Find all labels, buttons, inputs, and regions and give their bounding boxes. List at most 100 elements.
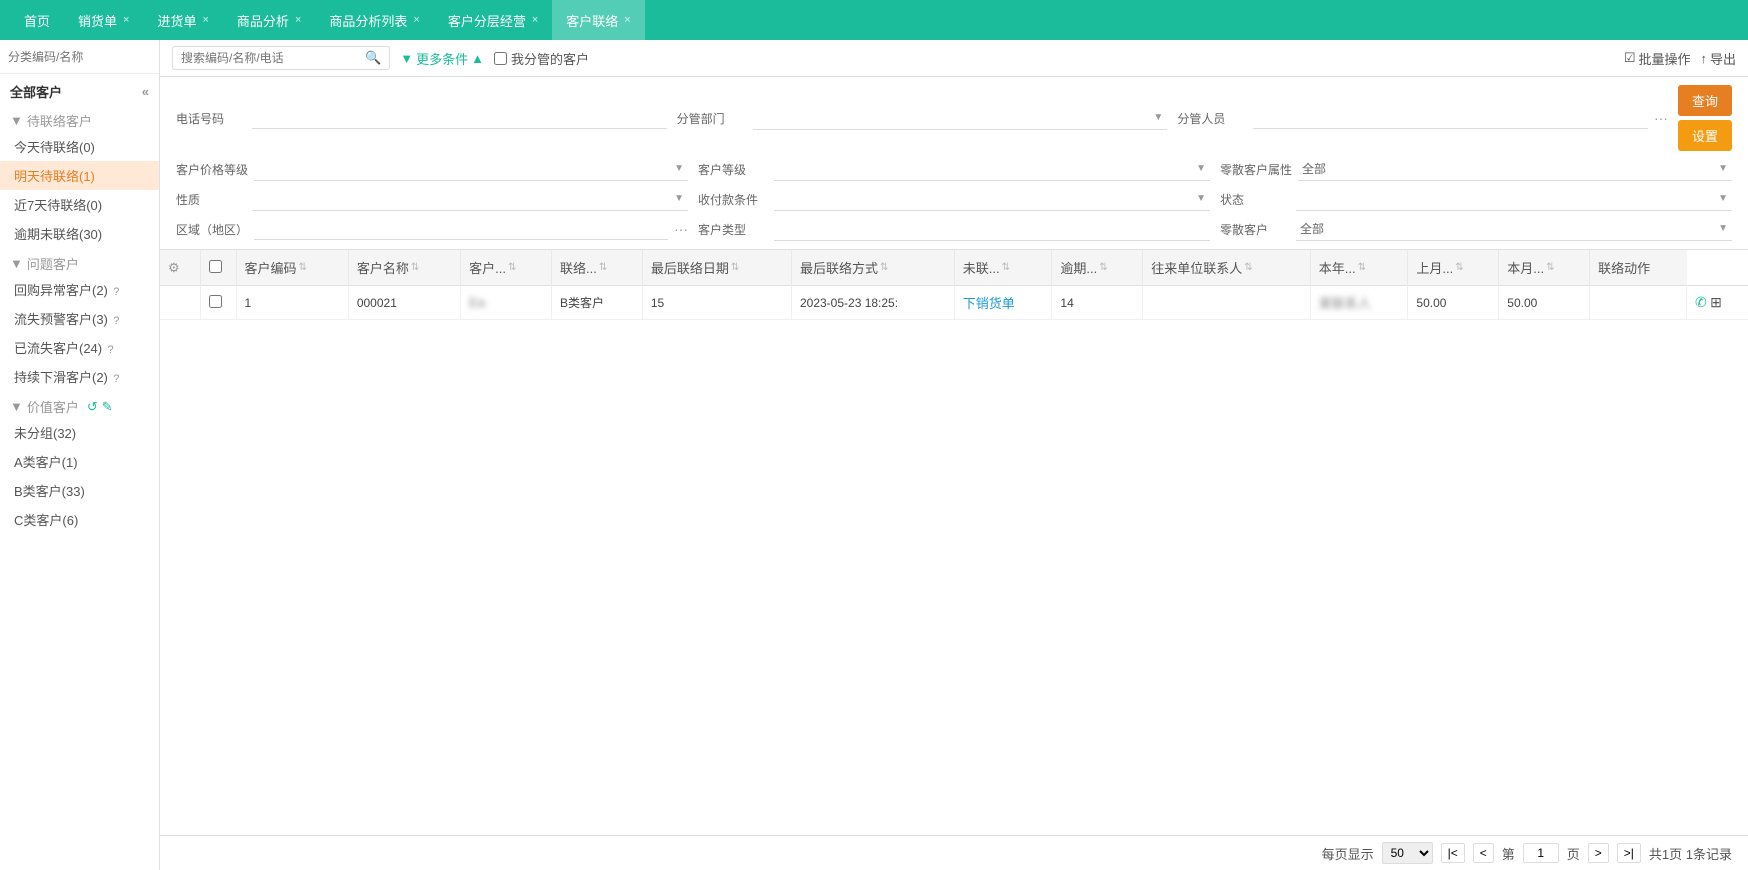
sidebar-item-7days-pending[interactable]: 近7天待联络(0)	[0, 190, 159, 219]
nav-sales-order[interactable]: 销货单 ×	[64, 0, 143, 40]
th-name: 客户名称 ⇅	[348, 250, 460, 286]
filter-row-4: 区域（地区） ··· 客户类型 零散客户 全部 ▼	[176, 217, 1732, 241]
nav-product-analysis[interactable]: 商品分析 ×	[223, 0, 315, 40]
sort-icon[interactable]: ⇅	[1002, 262, 1010, 273]
search-icon[interactable]: 🔍	[365, 50, 381, 66]
next-page-button[interactable]: >	[1588, 843, 1609, 863]
retail-customer-select[interactable]: 全部 ▼	[1296, 217, 1732, 241]
chevron-down-icon: ▼	[1153, 112, 1163, 123]
contact-method-link[interactable]: 下销货单	[963, 296, 1015, 311]
close-icon[interactable]: ×	[532, 14, 538, 26]
triangle-icon: ▼	[10, 399, 23, 414]
nav-home[interactable]: 首页	[10, 0, 64, 40]
last-page-button[interactable]: >|	[1617, 843, 1641, 863]
first-page-button[interactable]: |<	[1441, 843, 1465, 863]
nav-customer-contact[interactable]: 客户联络 ×	[552, 0, 644, 40]
row-select-checkbox[interactable]	[209, 295, 222, 308]
sort-icon[interactable]: ⇅	[299, 262, 307, 273]
per-page-select[interactable]: 50 100 200	[1382, 842, 1433, 864]
query-button[interactable]: 查询	[1678, 85, 1732, 116]
refresh-icon[interactable]: ↺	[87, 399, 98, 415]
row-contact-count: 15	[642, 286, 791, 320]
batch-op-button[interactable]: ☑ 批量操作	[1624, 49, 1691, 68]
filter-area: 区域（地区） ···	[176, 219, 688, 240]
price-level-select[interactable]: ▼	[254, 157, 688, 181]
close-icon[interactable]: ×	[295, 14, 301, 26]
search-input[interactable]	[181, 51, 361, 65]
sort-icon[interactable]: ⇅	[1099, 262, 1107, 273]
row-customer-type: B类客户	[552, 286, 643, 320]
sort-icon[interactable]: ⇅	[1455, 262, 1463, 273]
prev-page-button[interactable]: <	[1473, 843, 1494, 863]
chevron-down-icon: ▼	[1718, 223, 1728, 234]
triangle-icon: ▼	[10, 113, 23, 128]
customer-level-select[interactable]: ▼	[774, 157, 1210, 181]
collapse-icon[interactable]: «	[142, 84, 149, 99]
settings-button[interactable]: 设置	[1678, 120, 1732, 151]
sort-icon[interactable]: ⇅	[731, 262, 739, 273]
sidebar-item-class-c[interactable]: C类客户(6)	[0, 505, 159, 534]
sidebar-item-abnormal-repurchase[interactable]: 回购异常客户(2) ?	[0, 275, 159, 304]
customer-type-select[interactable]	[774, 217, 1210, 241]
th-checkbox	[200, 250, 236, 286]
payment-select[interactable]: ▼	[774, 187, 1210, 211]
sidebar-item-class-b[interactable]: B类客户(33)	[0, 476, 159, 505]
filter-icon: ▼	[400, 51, 413, 66]
sidebar-item-overdue-pending[interactable]: 逾期未联络(30)	[0, 219, 159, 248]
select-all-checkbox[interactable]	[209, 260, 222, 273]
dots-icon[interactable]: ···	[674, 221, 688, 237]
nav-customer-stratify[interactable]: 客户分层经营 ×	[434, 0, 552, 40]
nav-purchase-order[interactable]: 进货单 ×	[143, 0, 222, 40]
sidebar-item-tomorrow-pending[interactable]: 明天待联络(1)	[0, 161, 159, 190]
more-filter-button[interactable]: ▼ 更多条件 ▲	[400, 49, 484, 68]
dots-icon[interactable]: ···	[1654, 110, 1668, 126]
status-select[interactable]: ▼	[1296, 187, 1732, 211]
close-icon[interactable]: ×	[123, 14, 129, 26]
chevron-down-icon: ▼	[674, 193, 684, 204]
my-customer-check-input[interactable]	[494, 52, 507, 65]
person-input[interactable]	[1253, 108, 1648, 129]
gender-select[interactable]: ▼	[252, 187, 688, 211]
row-uncontacted: 14	[1052, 286, 1143, 320]
sidebar-item-churn-warning[interactable]: 流失预警客户(3) ?	[0, 304, 159, 333]
chevron-down-icon: ▼	[1196, 163, 1206, 174]
row-checkbox	[200, 286, 236, 320]
dept-select[interactable]: ▼	[753, 106, 1168, 130]
sidebar-search-input[interactable]	[8, 50, 160, 64]
row-actions: ✆ ⊞	[1687, 286, 1748, 320]
close-icon[interactable]: ×	[624, 14, 630, 26]
edit-icon[interactable]: ✎	[102, 399, 113, 415]
close-icon[interactable]: ×	[202, 14, 208, 26]
sidebar-search-area: 🔍	[0, 40, 159, 74]
action-buttons: 查询 设置	[1678, 85, 1732, 151]
page-input[interactable]	[1523, 843, 1559, 863]
close-icon[interactable]: ×	[413, 14, 419, 26]
row-last-month: 50.00	[1499, 286, 1590, 320]
sort-icon[interactable]: ⇅	[411, 262, 419, 273]
export-button[interactable]: ↑ 导出	[1700, 49, 1736, 68]
area-input[interactable]	[254, 219, 668, 240]
filter-gender: 性质 ▼	[176, 187, 688, 211]
sidebar-item-ungrouped[interactable]: 未分组(32)	[0, 418, 159, 447]
sidebar-item-class-a[interactable]: A类客户(1)	[0, 447, 159, 476]
sort-icon[interactable]: ⇅	[1244, 262, 1252, 273]
grid-action-icon[interactable]: ⊞	[1710, 294, 1722, 310]
chevron-down-icon: ▼	[674, 163, 684, 174]
sidebar-item-declining[interactable]: 持续下滑客户(2) ?	[0, 362, 159, 391]
sort-icon[interactable]: ⇅	[599, 262, 607, 273]
sort-icon[interactable]: ⇅	[508, 262, 516, 273]
retail-attr-select[interactable]: 全部 ▼	[1298, 157, 1732, 181]
gear-icon[interactable]: ⚙	[168, 260, 180, 275]
sort-icon[interactable]: ⇅	[1546, 262, 1554, 273]
sort-icon[interactable]: ⇅	[880, 262, 888, 273]
sort-icon[interactable]: ⇅	[1358, 262, 1366, 273]
nav-product-analysis-list[interactable]: 商品分析列表 ×	[315, 0, 433, 40]
phone-input[interactable]	[252, 108, 667, 129]
row-code: 000021	[348, 286, 460, 320]
my-customer-checkbox[interactable]: 我分管的客户	[494, 49, 589, 68]
filter-retail-attr: 零散客户属性 全部 ▼	[1220, 157, 1732, 181]
sidebar-item-today-pending[interactable]: 今天待联络(0)	[0, 132, 159, 161]
contact-action-icon[interactable]: ✆	[1695, 294, 1707, 310]
th-contact-action: 联络动作	[1590, 250, 1687, 286]
sidebar-item-churned[interactable]: 已流失客户(24) ?	[0, 333, 159, 362]
